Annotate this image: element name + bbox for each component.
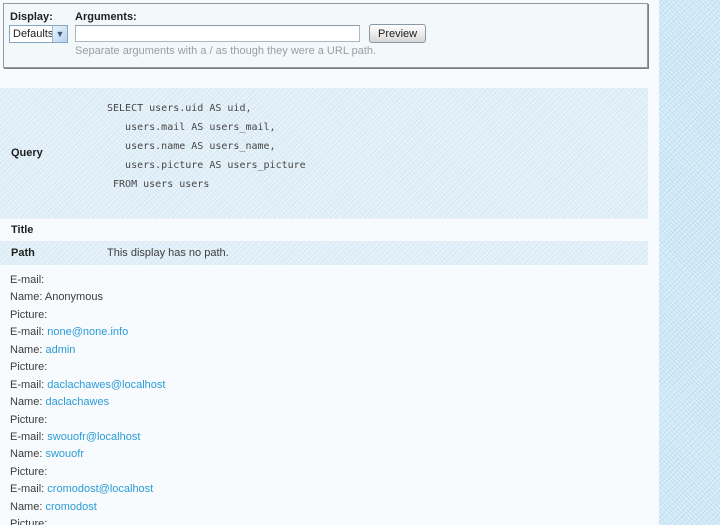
name-field-label: Name: <box>10 291 43 304</box>
email-link[interactable]: none@none.info <box>47 326 128 338</box>
field-picture: Picture: <box>10 359 165 376</box>
preview-form: Display: Arguments: Defaults ▼ Preview S… <box>3 3 648 68</box>
email-field-label: E-mail: <box>10 326 45 339</box>
name-link[interactable]: admin <box>45 344 75 356</box>
name-field-label: Name: <box>10 500 43 513</box>
field-email: E-mail: none@none.info <box>10 324 165 341</box>
preview-button[interactable]: Preview <box>369 24 427 43</box>
title-label: Title <box>11 224 34 236</box>
picture-field-label: Picture: <box>10 308 48 321</box>
picture-field-label: Picture: <box>10 465 48 478</box>
display-select[interactable]: Defaults ▼ <box>9 25 68 43</box>
picture-field-label: Picture: <box>10 518 48 525</box>
chevron-down-icon: ▼ <box>52 26 67 42</box>
name-value: Anonymous <box>44 291 103 304</box>
path-content: This display has no path. <box>107 247 229 259</box>
arguments-input[interactable] <box>75 25 360 42</box>
email-field-label: E-mail: <box>10 483 45 496</box>
picture-field-label: Picture: <box>10 413 48 426</box>
title-row: Title <box>0 218 648 241</box>
field-picture: Picture: <box>10 307 165 324</box>
arguments-help-text: Separate arguments with a / as though th… <box>75 45 377 57</box>
field-name: Name: daclachawes <box>10 394 165 411</box>
path-row: Path This display has no path. <box>0 241 648 265</box>
page-background-column <box>659 0 720 525</box>
field-name: Name: admin <box>10 342 165 359</box>
query-row: Query SELECT users.uid AS uid, users.mai… <box>0 88 648 218</box>
display-select-value: Defaults <box>13 28 52 40</box>
display-info-rows: Query SELECT users.uid AS uid, users.mai… <box>0 88 648 265</box>
email-field-label: E-mail: <box>10 430 45 443</box>
name-link[interactable]: cromodost <box>45 501 96 513</box>
field-email: E-mail: swouofr@localhost <box>10 429 165 446</box>
display-label: Display: <box>10 11 53 23</box>
field-name: Name: Anonymous <box>10 289 165 306</box>
email-field-label: E-mail: <box>10 378 45 391</box>
query-sql: SELECT users.uid AS uid, users.mail AS u… <box>107 103 306 190</box>
preview-results: E-mail: Name: Anonymous Picture: E-mail: no… <box>10 272 165 525</box>
field-name: Name: swouofr <box>10 446 165 463</box>
views-preview-page: Display: Arguments: Defaults ▼ Preview S… <box>0 0 720 525</box>
name-field-label: Name: <box>10 343 43 356</box>
email-field-label: E-mail: <box>10 274 45 286</box>
field-email: E-mail: <box>10 272 165 289</box>
email-link[interactable]: swouofr@localhost <box>47 431 140 443</box>
name-field-label: Name: <box>10 396 43 409</box>
field-name: Name: cromodost <box>10 499 165 516</box>
field-email: E-mail: daclachawes@localhost <box>10 377 165 394</box>
email-link[interactable]: daclachawes@localhost <box>47 379 165 391</box>
name-field-label: Name: <box>10 448 43 461</box>
query-label: Query <box>11 147 43 159</box>
field-picture: Picture: <box>10 412 165 429</box>
field-email: E-mail: cromodost@localhost <box>10 481 165 498</box>
field-picture: Picture: <box>10 464 165 481</box>
name-link[interactable]: daclachawes <box>45 396 109 408</box>
field-picture: Picture: <box>10 516 165 525</box>
path-label: Path <box>11 247 35 259</box>
name-link[interactable]: swouofr <box>45 448 84 460</box>
email-link[interactable]: cromodost@localhost <box>47 483 153 495</box>
arguments-label: Arguments: <box>75 11 137 23</box>
picture-field-label: Picture: <box>10 361 48 374</box>
